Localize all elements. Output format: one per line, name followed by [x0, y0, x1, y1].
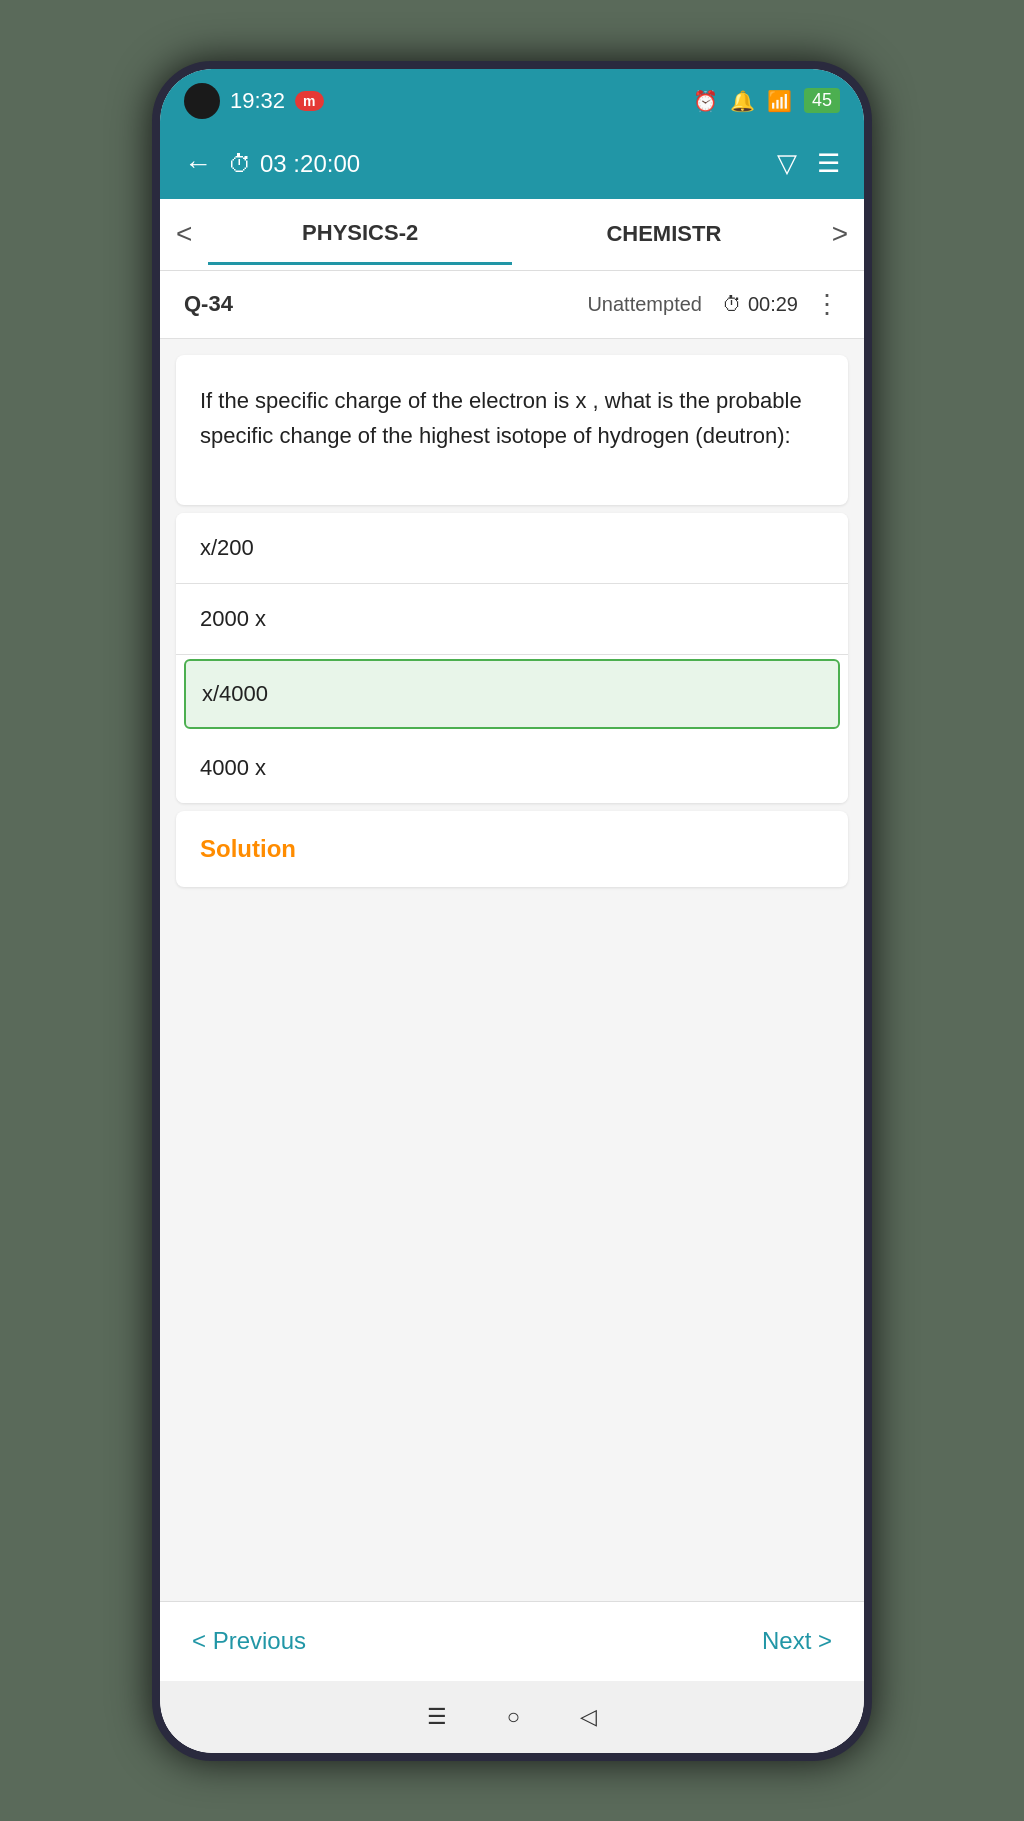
- nav-bar: ← ⏱ 03 :20:00 ▽ ☰: [160, 129, 864, 199]
- previous-button[interactable]: < Previous: [192, 1627, 306, 1655]
- option-c[interactable]: x/4000: [184, 659, 840, 729]
- option-b[interactable]: 2000 x: [176, 584, 848, 655]
- signal-icon: 📶: [767, 89, 792, 113]
- question-status: Unattempted: [587, 293, 702, 316]
- solution-label[interactable]: Solution: [200, 835, 296, 862]
- question-area: Q-34 Unattempted ⏱ 00:29 ⋮ If the specif…: [160, 271, 864, 1601]
- status-time: 19:32: [230, 88, 285, 114]
- timer-icon: ⏱: [228, 150, 252, 178]
- question-text: If the specific charge of the electron i…: [200, 383, 824, 453]
- filter-icon[interactable]: ▽: [777, 148, 797, 179]
- android-back-btn[interactable]: ◁: [580, 1704, 597, 1730]
- clock-icon: ⏱: [722, 293, 742, 316]
- bottom-nav: < Previous Next >: [160, 1601, 864, 1681]
- question-timer: ⏱ 00:29: [722, 293, 798, 316]
- status-right: ⏰ 🔔 📶 45: [693, 88, 840, 113]
- alarm-icon: ⏰: [693, 89, 718, 113]
- subject-next-arrow[interactable]: >: [816, 218, 864, 250]
- timer-display: 03 :20:00: [260, 150, 360, 178]
- question-number: Q-34: [184, 291, 233, 317]
- battery-indicator: 45: [804, 88, 840, 113]
- question-header: Q-34 Unattempted ⏱ 00:29 ⋮: [160, 271, 864, 339]
- status-bar: 19:32 m ⏰ 🔔 📶 45: [160, 69, 864, 129]
- solution-area: Solution: [176, 811, 848, 887]
- more-options-icon[interactable]: ⋮: [814, 289, 840, 320]
- status-left: 19:32 m: [184, 83, 324, 119]
- android-menu-btn[interactable]: ☰: [427, 1704, 447, 1730]
- tab-chemistry[interactable]: CHEMISTR: [512, 205, 816, 263]
- options-container: x/200 2000 x x/4000 4000 x: [176, 513, 848, 803]
- subject-prev-arrow[interactable]: <: [160, 218, 208, 250]
- previous-label: < Previous: [192, 1627, 306, 1655]
- android-home-btn[interactable]: ○: [507, 1704, 520, 1730]
- next-button[interactable]: Next >: [762, 1627, 832, 1655]
- phone-frame: 19:32 m ⏰ 🔔 📶 45 ← ⏱ 03 :20:00 ▽ ☰ < PHY…: [152, 61, 872, 1761]
- option-a[interactable]: x/200: [176, 513, 848, 584]
- option-d[interactable]: 4000 x: [176, 733, 848, 803]
- next-label: Next >: [762, 1627, 832, 1655]
- menu-icon[interactable]: ☰: [817, 148, 840, 179]
- camera-dot: [184, 83, 220, 119]
- back-button[interactable]: ←: [184, 148, 212, 180]
- android-nav: ☰ ○ ◁: [160, 1681, 864, 1753]
- nav-right-icons: ▽ ☰: [777, 148, 840, 179]
- question-content: If the specific charge of the electron i…: [176, 355, 848, 505]
- tab-physics[interactable]: PHYSICS-2: [208, 204, 512, 265]
- notification-icon: 🔔: [730, 89, 755, 113]
- phone-screen: 19:32 m ⏰ 🔔 📶 45 ← ⏱ 03 :20:00 ▽ ☰ < PHY…: [160, 69, 864, 1753]
- mail-badge: m: [295, 91, 323, 111]
- subject-tabs: < PHYSICS-2 CHEMISTR >: [160, 199, 864, 271]
- timer-value: 00:29: [748, 293, 798, 316]
